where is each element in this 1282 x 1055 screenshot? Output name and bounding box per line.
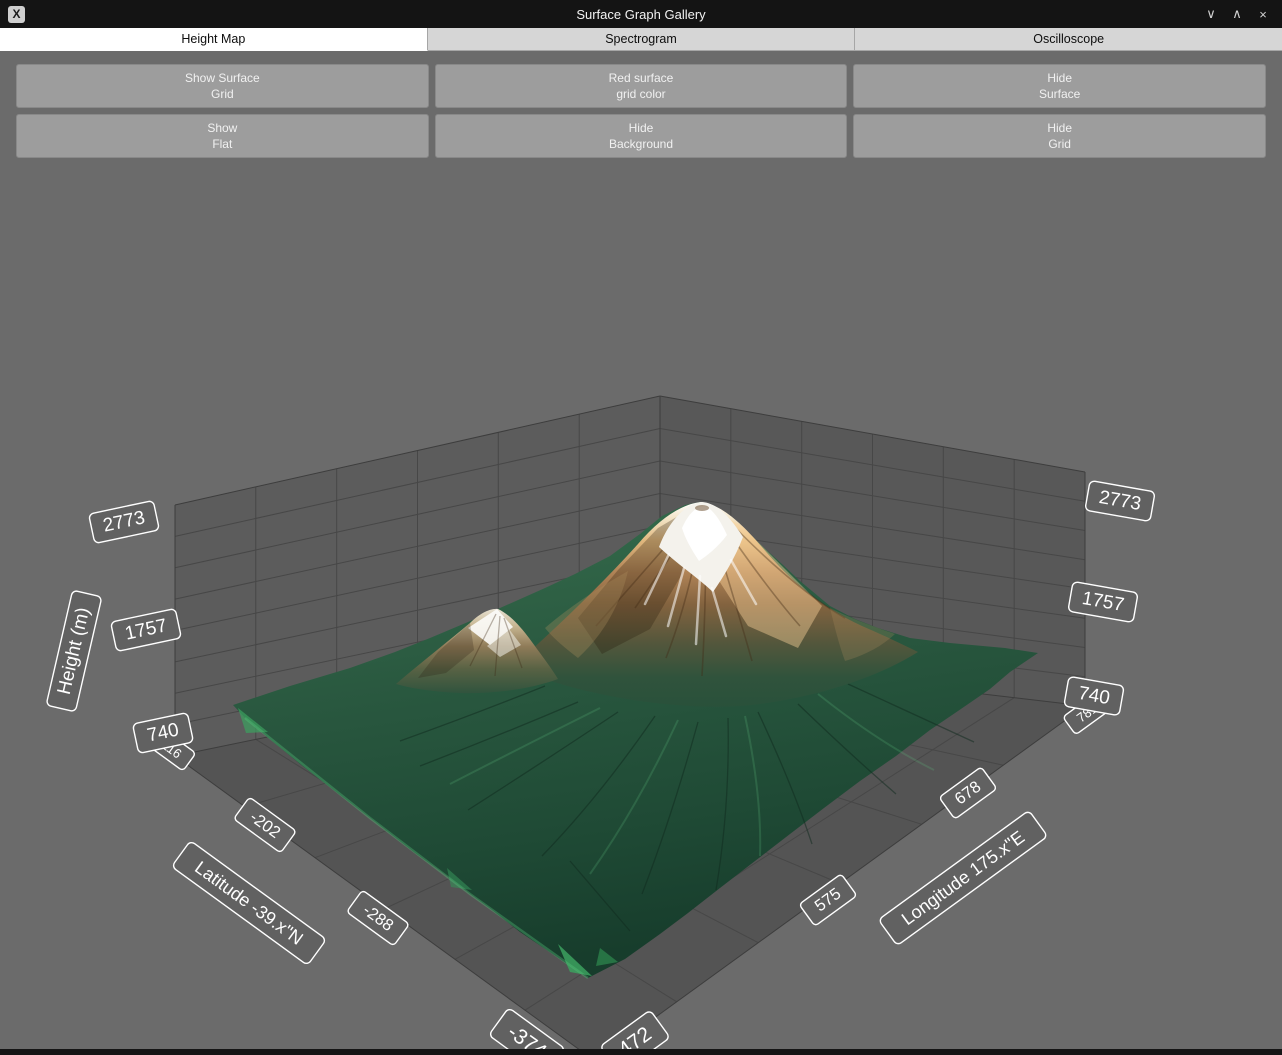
hide-surface-button[interactable]: Hide Surface xyxy=(853,64,1266,108)
button-label: grid color xyxy=(616,86,665,102)
maximize-button[interactable]: ∧ xyxy=(1226,4,1248,24)
button-label: Flat xyxy=(212,136,232,152)
tick-height-right-2773: 2773 xyxy=(1085,480,1155,521)
svg-text:Longitude 175.x"E: Longitude 175.x"E xyxy=(898,827,1028,929)
hide-grid-button[interactable]: Hide Grid xyxy=(853,114,1266,158)
surface-chart-svg: -116 781 2773 1757 740 xyxy=(0,156,1282,1055)
show-flat-button[interactable]: Show Flat xyxy=(16,114,429,158)
button-label: Grid xyxy=(1048,136,1071,152)
button-label: Hide xyxy=(1047,120,1072,136)
button-label: Surface xyxy=(1039,86,1080,102)
toolbar: Show Surface Grid Red surface grid color… xyxy=(0,51,1282,159)
tab-spectrogram[interactable]: Spectrogram xyxy=(428,28,856,51)
surface-graph-canvas[interactable]: -116 781 2773 1757 740 xyxy=(0,156,1282,1055)
close-button[interactable]: × xyxy=(1252,4,1274,24)
button-label: Hide xyxy=(1047,70,1072,86)
button-label: Grid xyxy=(211,86,234,102)
axis-title-height: Height (m) xyxy=(46,590,102,712)
tab-oscilloscope[interactable]: Oscilloscope xyxy=(855,28,1282,51)
app-window: X Surface Graph Gallery ∨ ∧ × Height Map… xyxy=(0,0,1282,1055)
button-label: Show Surface xyxy=(185,70,260,86)
button-label: Red surface xyxy=(609,70,674,86)
hide-background-button[interactable]: Hide Background xyxy=(435,114,848,158)
window-title: Surface Graph Gallery xyxy=(0,7,1282,22)
app-icon[interactable]: X xyxy=(8,6,25,23)
show-surface-grid-button[interactable]: Show Surface Grid xyxy=(16,64,429,108)
tab-height-map[interactable]: Height Map xyxy=(0,28,428,51)
surface-grid-color-button[interactable]: Red surface grid color xyxy=(435,64,848,108)
tick-height-left-1757: 1757 xyxy=(111,608,182,651)
svg-text:Latitude -39.x"N: Latitude -39.x"N xyxy=(191,857,307,949)
window-controls: ∨ ∧ × xyxy=(1200,4,1282,24)
window-bottom-edge xyxy=(0,1049,1282,1055)
crater xyxy=(695,505,709,511)
shade-button[interactable]: ∨ xyxy=(1200,4,1222,24)
button-label: Background xyxy=(609,136,673,152)
button-label: Show xyxy=(207,120,237,136)
tick-height-left-2773: 2773 xyxy=(89,500,160,543)
tab-bar: Height Map Spectrogram Oscilloscope xyxy=(0,28,1282,51)
title-bar: X Surface Graph Gallery ∨ ∧ × xyxy=(0,0,1282,28)
axis-title-latitude: Latitude -39.x"N xyxy=(172,841,327,966)
button-label: Hide xyxy=(629,120,654,136)
